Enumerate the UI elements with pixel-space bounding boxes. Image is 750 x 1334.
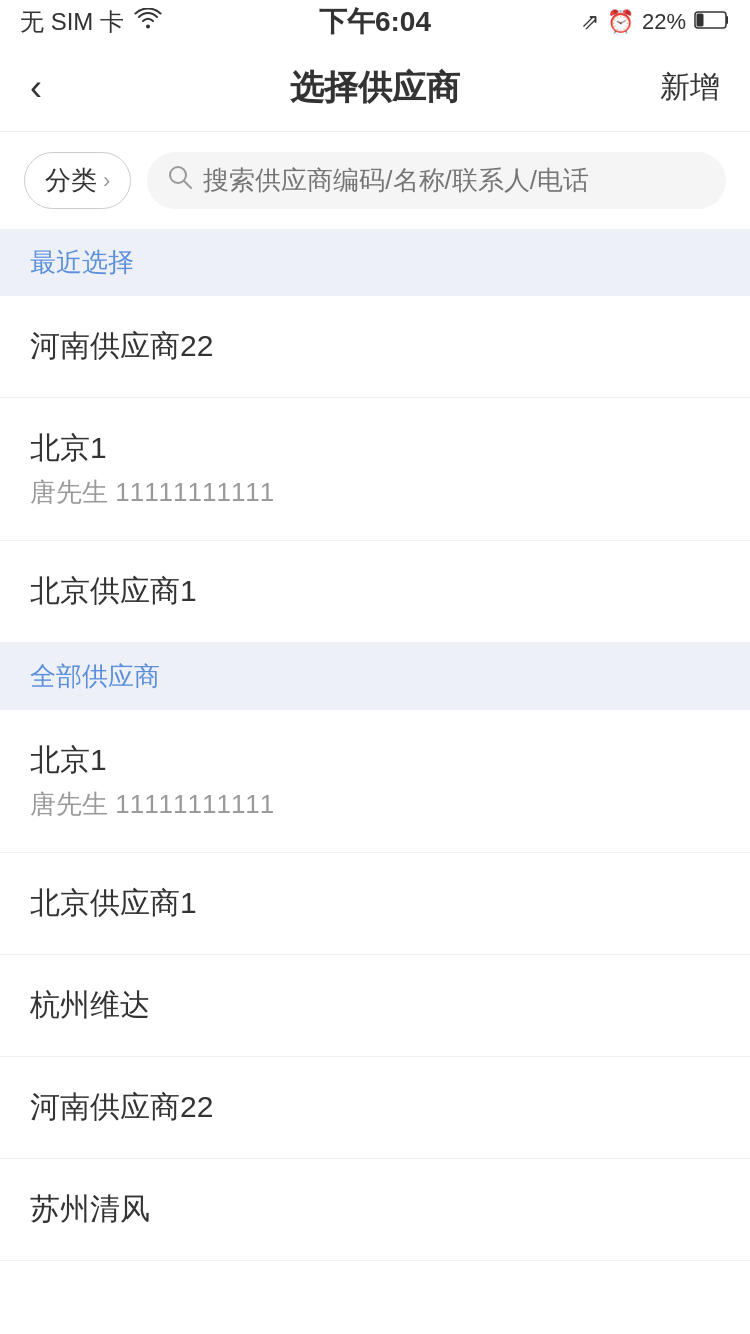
item-name: 北京供应商1	[30, 571, 720, 612]
category-button[interactable]: 分类 ›	[24, 152, 131, 209]
location-icon: ⇗	[581, 9, 599, 35]
all-section-header: 全部供应商	[0, 643, 750, 710]
item-sub: 唐先生 11111111111	[30, 787, 720, 822]
nav-bar: ‹ 选择供应商 新增	[0, 44, 750, 132]
item-name: 北京1	[30, 428, 720, 469]
list-item[interactable]: 河南供应商22	[0, 1057, 750, 1159]
wifi-icon	[134, 8, 162, 36]
item-name: 河南供应商22	[30, 326, 720, 367]
list-item[interactable]: 北京1 唐先生 11111111111	[0, 710, 750, 853]
category-label: 分类	[45, 163, 97, 198]
list-item[interactable]: 北京供应商1	[0, 541, 750, 643]
item-name: 河南供应商22	[30, 1087, 720, 1128]
list-item[interactable]: 杭州维达	[0, 955, 750, 1057]
status-time: 下午6:04	[319, 3, 431, 41]
all-items-list: 北京1 唐先生 11111111111 北京供应商1 杭州维达 河南供应商22 …	[0, 710, 750, 1261]
search-input[interactable]	[203, 165, 706, 196]
item-sub: 唐先生 11111111111	[30, 475, 720, 510]
status-left: 无 SIM 卡	[20, 6, 162, 38]
item-name: 北京供应商1	[30, 883, 720, 924]
list-item[interactable]: 北京供应商1	[0, 853, 750, 955]
battery-text: 22%	[642, 9, 686, 35]
search-icon	[167, 164, 193, 197]
svg-rect-1	[697, 14, 704, 27]
alarm-icon: ⏰	[607, 9, 634, 35]
list-item[interactable]: 北京1 唐先生 11111111111	[0, 398, 750, 541]
filter-bar: 分类 ›	[0, 132, 750, 229]
recent-section-title: 最近选择	[30, 247, 134, 277]
item-name: 苏州清风	[30, 1189, 720, 1230]
list-item[interactable]: 苏州清风	[0, 1159, 750, 1261]
chevron-right-icon: ›	[103, 168, 110, 194]
battery-icon	[694, 9, 730, 35]
page-title: 选择供应商	[290, 65, 460, 111]
list-item[interactable]: 河南供应商22	[0, 296, 750, 398]
status-right: ⇗ ⏰ 22%	[581, 9, 730, 35]
status-bar: 无 SIM 卡 下午6:04 ⇗ ⏰ 22%	[0, 0, 750, 44]
recent-section-header: 最近选择	[0, 229, 750, 296]
item-name: 北京1	[30, 740, 720, 781]
no-sim-text: 无 SIM 卡	[20, 6, 124, 38]
all-section-title: 全部供应商	[30, 661, 160, 691]
search-box	[147, 152, 726, 209]
recent-items-list: 河南供应商22 北京1 唐先生 11111111111 北京供应商1	[0, 296, 750, 643]
svg-line-3	[184, 181, 191, 188]
item-name: 杭州维达	[30, 985, 720, 1026]
back-button[interactable]: ‹	[30, 67, 90, 109]
add-button[interactable]: 新增	[660, 67, 720, 108]
